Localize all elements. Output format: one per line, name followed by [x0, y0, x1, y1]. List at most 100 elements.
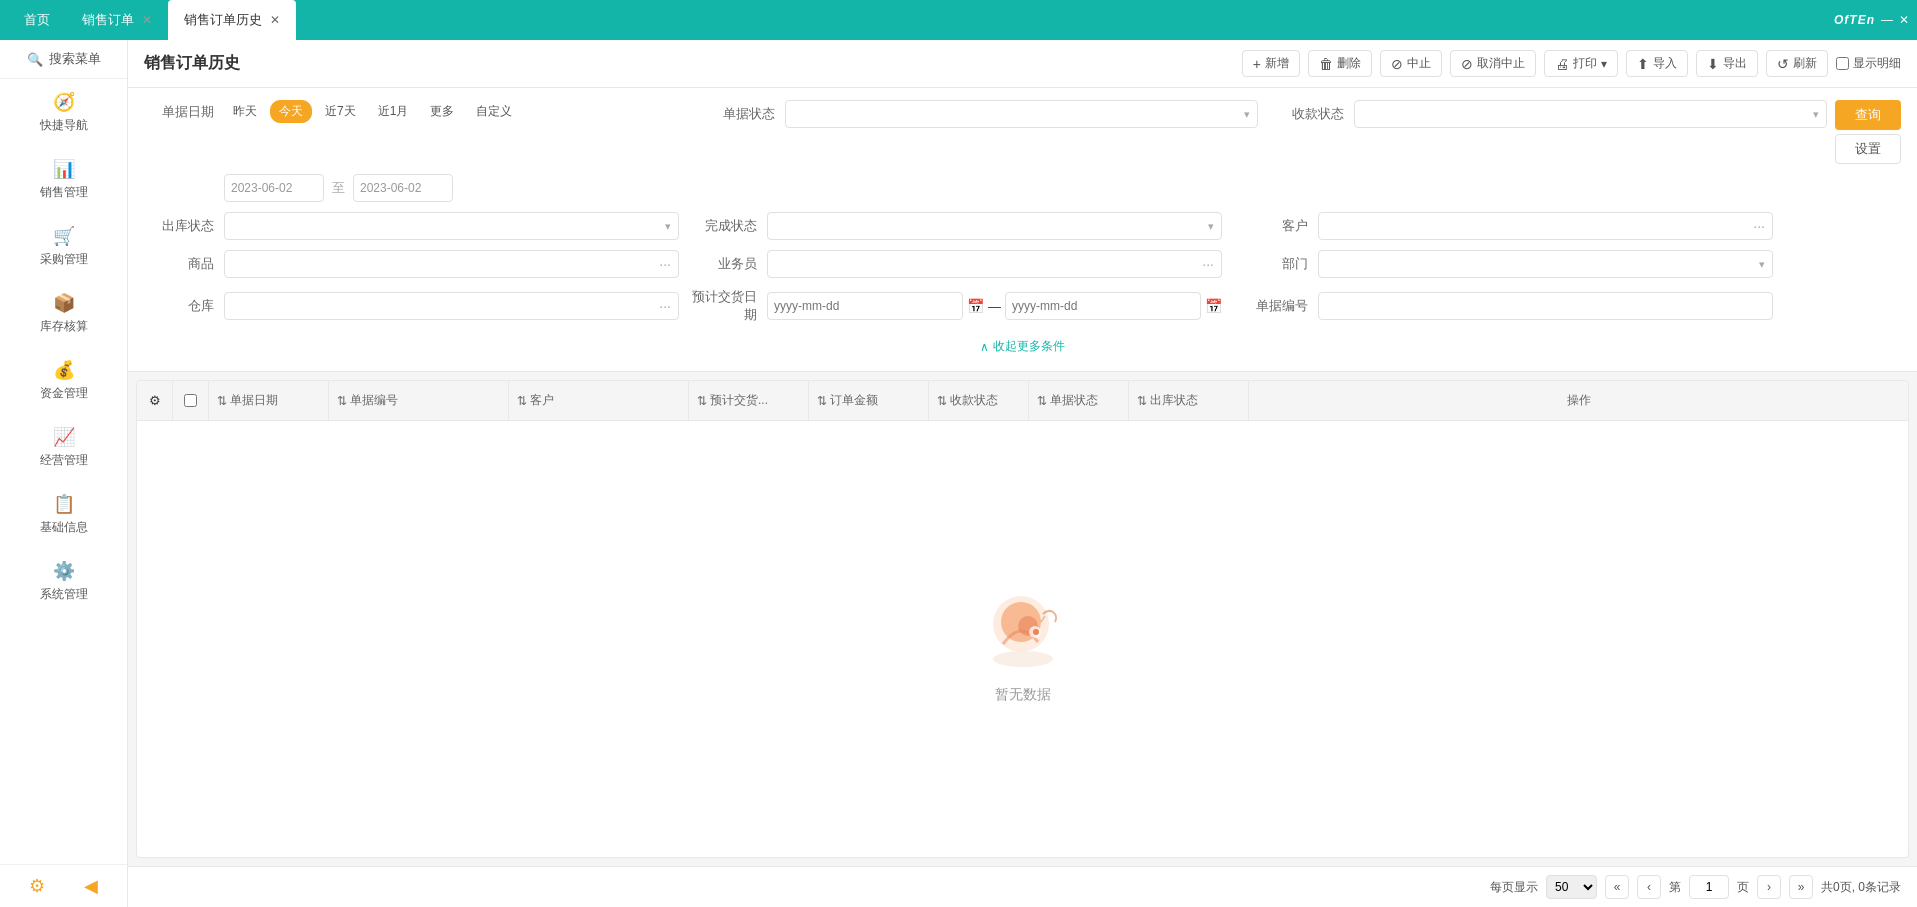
sidebar-item-management[interactable]: 📈 经营管理: [0, 414, 127, 481]
salesperson-field[interactable]: [767, 250, 1222, 278]
close-tab-sales-order[interactable]: ✕: [142, 13, 152, 27]
sidebar-settings-icon[interactable]: ⚙: [29, 875, 45, 897]
delivery-from-input[interactable]: [767, 292, 963, 320]
stop-button[interactable]: ⊘ 中止: [1380, 50, 1442, 77]
last-page-btn[interactable]: »: [1789, 875, 1813, 899]
import-button[interactable]: ⬆ 导入: [1626, 50, 1688, 77]
prev-page-btn[interactable]: ‹: [1637, 875, 1661, 899]
delete-icon: 🗑: [1319, 56, 1333, 72]
completion-status-label: 完成状态: [687, 217, 767, 235]
sidebar-item-system[interactable]: ⚙️ 系统管理: [0, 548, 127, 615]
sidebar-collapse-icon[interactable]: ◀: [84, 875, 98, 897]
receipt-status-dropdown[interactable]: [1354, 100, 1827, 128]
delivery-to-input[interactable]: [1005, 292, 1201, 320]
svg-point-5: [1033, 629, 1039, 635]
sidebar-item-purchase[interactable]: 🛒 采购管理: [0, 213, 127, 280]
first-page-btn[interactable]: «: [1605, 875, 1629, 899]
collapse-row[interactable]: ∧ 收起更多条件: [144, 334, 1901, 359]
sort-icon-delivery: ⇅: [697, 394, 707, 408]
receipt-status-select[interactable]: ▾: [1354, 100, 1827, 128]
department-select[interactable]: ▾: [1318, 250, 1773, 278]
date-btn-today[interactable]: 今天: [270, 100, 312, 123]
sidebar-search[interactable]: 🔍 搜索菜单: [0, 40, 127, 79]
th-client[interactable]: ⇅ 客户: [509, 381, 689, 420]
tab-home[interactable]: 首页: [8, 0, 66, 40]
settings-button[interactable]: 设置: [1835, 134, 1901, 164]
date-range: 至: [224, 174, 743, 202]
page-number-input[interactable]: [1689, 875, 1729, 899]
top-bar: 首页 销售订单 ✕ 销售订单历史 ✕ OfTEn — ✕: [0, 0, 1917, 40]
new-button[interactable]: + 新增: [1242, 50, 1300, 77]
display-cols-option[interactable]: 显示明细: [1836, 55, 1901, 72]
table-settings-btn[interactable]: ⚙: [137, 381, 173, 420]
refresh-button[interactable]: ↺ 刷新: [1766, 50, 1828, 77]
date-to-input[interactable]: [353, 174, 453, 202]
client-input[interactable]: ···: [1318, 212, 1773, 240]
sidebar-item-quick-nav[interactable]: 🧭 快捷导航: [0, 79, 127, 146]
order-status-label: 单据状态: [705, 105, 785, 123]
sidebar-item-inventory[interactable]: 📦 库存核算: [0, 280, 127, 347]
pagination: 每页显示 50 10 20 100 « ‹ 第 页 › » 共0页, 0条记录: [128, 866, 1917, 907]
stop-icon: ⊘: [1391, 56, 1403, 72]
display-cols-checkbox[interactable]: [1836, 57, 1849, 70]
warehouse-field[interactable]: [224, 292, 679, 320]
th-status[interactable]: ⇅ 单据状态: [1029, 381, 1129, 420]
outbound-status-select[interactable]: ▾: [224, 212, 679, 240]
minimize-icon[interactable]: —: [1881, 13, 1893, 27]
completion-status-select[interactable]: ▾: [767, 212, 1222, 240]
window-close-icon[interactable]: ✕: [1899, 13, 1909, 27]
delivery-to-cal[interactable]: 📅: [1205, 298, 1222, 314]
filter-section: 单据日期 昨天 今天 近7天 近1月 更多 自定义 单据状态: [128, 88, 1917, 372]
th-amount[interactable]: ⇅ 订单金额: [809, 381, 929, 420]
sidebar-item-base-info[interactable]: 📋 基础信息: [0, 481, 127, 548]
delete-button[interactable]: 🗑 删除: [1308, 50, 1372, 77]
export-button[interactable]: ⬇ 导出: [1696, 50, 1758, 77]
th-date[interactable]: ⇅ 单据日期: [209, 381, 329, 420]
date-btn-yesterday[interactable]: 昨天: [224, 100, 266, 123]
delivery-from-cal[interactable]: 📅: [967, 298, 984, 314]
th-delivery[interactable]: ⇅ 预计交货...: [689, 381, 809, 420]
close-tab-history[interactable]: ✕: [270, 13, 280, 27]
svg-point-0: [993, 651, 1053, 667]
table-section: ⚙ ⇅ 单据日期 ⇅ 单据编号 ⇅ 客户 ⇅ 预计交货.: [136, 380, 1909, 858]
select-all-checkbox[interactable]: [184, 394, 197, 407]
th-order-num[interactable]: ⇅ 单据编号: [329, 381, 509, 420]
order-status-dropdown[interactable]: [785, 100, 1258, 128]
tab-sales-order-history[interactable]: 销售订单历史 ✕: [168, 0, 296, 40]
department-dropdown[interactable]: [1318, 250, 1773, 278]
print-dropdown-icon: ▾: [1601, 57, 1607, 71]
completion-status-dropdown[interactable]: [767, 212, 1222, 240]
next-page-btn[interactable]: ›: [1757, 875, 1781, 899]
table-select-all[interactable]: [173, 381, 209, 420]
order-status-select[interactable]: ▾: [785, 100, 1258, 128]
top-bar-right: OfTEn — ✕: [1834, 13, 1909, 27]
outbound-status-dropdown[interactable]: [224, 212, 679, 240]
th-outbound[interactable]: ⇅ 出库状态: [1129, 381, 1249, 420]
warehouse-input[interactable]: ···: [224, 292, 679, 320]
date-btn-7days[interactable]: 近7天: [316, 100, 365, 123]
client-field[interactable]: [1318, 212, 1773, 240]
empty-text: 暂无数据: [995, 686, 1051, 704]
sales-icon: 📊: [53, 158, 75, 180]
sidebar-item-finance[interactable]: 💰 资金管理: [0, 347, 127, 414]
print-button[interactable]: 🖨 打印 ▾: [1544, 50, 1618, 77]
date-btn-1month[interactable]: 近1月: [369, 100, 418, 123]
date-label: 单据日期: [144, 103, 224, 121]
page-size-select[interactable]: 50 10 20 100: [1546, 875, 1597, 899]
salesperson-input[interactable]: ···: [767, 250, 1222, 278]
tab-sales-order[interactable]: 销售订单 ✕: [66, 0, 168, 40]
sort-icon-date: ⇅: [217, 394, 227, 408]
order-num-field[interactable]: [1318, 292, 1773, 320]
product-field[interactable]: [224, 250, 679, 278]
th-receipt[interactable]: ⇅ 收款状态: [929, 381, 1029, 420]
content-area: 销售订单历史 + 新增 🗑 删除 ⊘ 中止 ⊘ 取消中止: [128, 40, 1917, 907]
main-layout: 🔍 搜索菜单 🧭 快捷导航 📊 销售管理 🛒 采购管理 📦 库存核算 💰 资金管…: [0, 40, 1917, 907]
date-btn-more[interactable]: 更多: [421, 100, 463, 123]
query-button[interactable]: 查询: [1835, 100, 1901, 130]
date-from-input[interactable]: [224, 174, 324, 202]
sidebar-item-sales[interactable]: 📊 销售管理: [0, 146, 127, 213]
product-input[interactable]: ···: [224, 250, 679, 278]
date-btn-custom[interactable]: 自定义: [467, 100, 521, 123]
print-icon: 🖨: [1555, 56, 1569, 72]
cancel-stop-button[interactable]: ⊘ 取消中止: [1450, 50, 1536, 77]
